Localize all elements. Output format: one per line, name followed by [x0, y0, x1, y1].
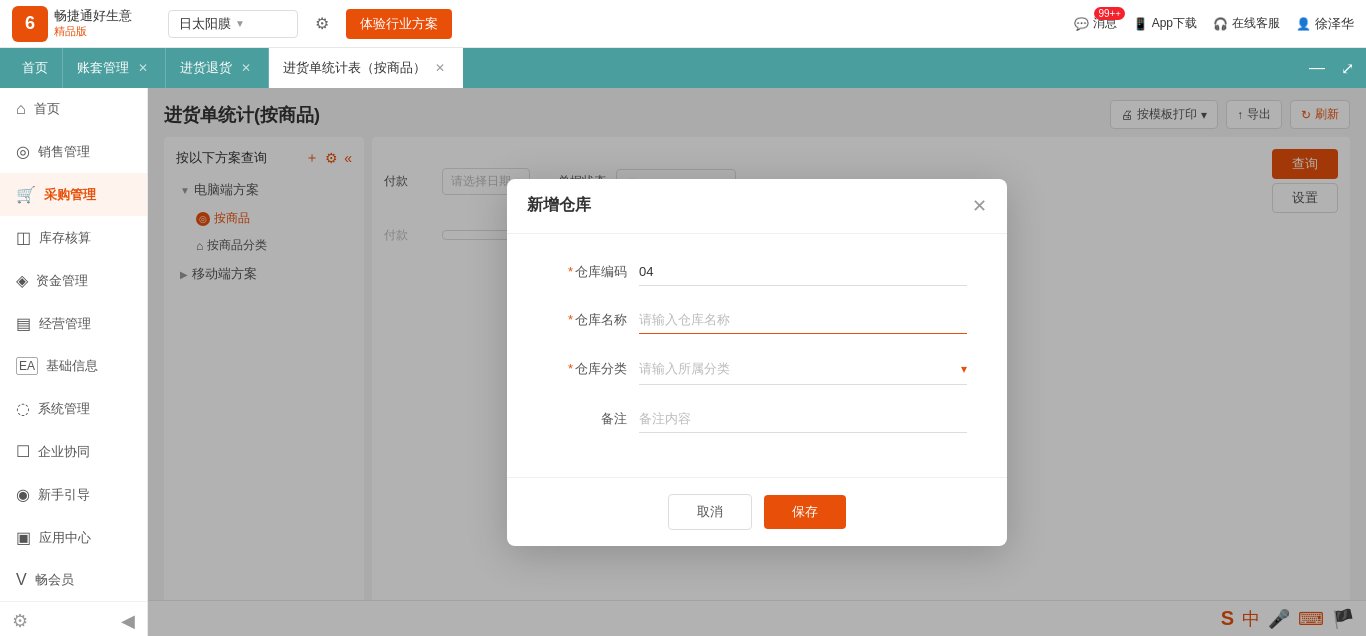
- modal-title: 新增仓库: [527, 195, 591, 216]
- inventory-icon: ◫: [16, 228, 31, 247]
- sidebar-item-system[interactable]: ◌ 系统管理: [0, 387, 147, 430]
- sidebar: ⌂ 首页 ◎ 销售管理 🛒 采购管理 ◫ 库存核算 ◈ 资金管理 ▤ 经营管理 …: [0, 88, 148, 636]
- logo-text: 畅捷通好生意: [54, 8, 132, 25]
- sales-icon: ◎: [16, 142, 30, 161]
- warehouse-class-label: *仓库分类: [547, 360, 627, 378]
- vip-icon: V: [16, 571, 27, 589]
- trial-button[interactable]: 体验行业方案: [346, 9, 452, 39]
- user-icon: 👤: [1296, 17, 1311, 31]
- tab-maximize-button[interactable]: ⤢: [1337, 55, 1358, 82]
- sidebar-item-purchase[interactable]: 🛒 采购管理: [0, 173, 147, 216]
- logo-icon: 6: [12, 6, 48, 42]
- tab-close-purchase-return[interactable]: ✕: [238, 60, 254, 76]
- warehouse-name-label: *仓库名称: [547, 311, 627, 329]
- finance-icon: ◈: [16, 271, 28, 290]
- chevron-down-icon: ▾: [961, 362, 967, 376]
- warehouse-class-selector[interactable]: 请输入所属分类 ▾: [639, 354, 967, 385]
- modal-footer: 取消 保存: [507, 477, 1007, 546]
- operation-icon: ▤: [16, 314, 31, 333]
- tab-purchase-stats[interactable]: 进货单统计表（按商品） ✕: [269, 48, 463, 88]
- headset-icon: 🎧: [1213, 17, 1228, 31]
- cancel-button[interactable]: 取消: [668, 494, 752, 530]
- sidebar-collapse-icon[interactable]: ◀: [121, 610, 135, 632]
- basic-icon: EA: [16, 357, 38, 375]
- app-center-icon: ▣: [16, 528, 31, 547]
- warehouse-code-label: *仓库编码: [547, 263, 627, 281]
- guide-icon: ◉: [16, 485, 30, 504]
- warehouse-code-input[interactable]: [639, 258, 967, 286]
- modal-new-warehouse: 新增仓库 ✕ *仓库编码 *仓库名称: [507, 179, 1007, 546]
- enterprise-icon: ☐: [16, 442, 30, 461]
- tab-bar: 首页 账套管理 ✕ 进货退货 ✕ 进货单统计表（按商品） ✕ — ⤢: [0, 48, 1366, 88]
- sidebar-item-basic[interactable]: EA 基础信息: [0, 345, 147, 387]
- modal-overlay: 新增仓库 ✕ *仓库编码 *仓库名称: [148, 88, 1366, 636]
- tab-accounts[interactable]: 账套管理 ✕: [63, 48, 166, 88]
- sidebar-item-vip[interactable]: V 畅会员: [0, 559, 147, 601]
- tab-close-accounts[interactable]: ✕: [135, 60, 151, 76]
- note-label: 备注: [547, 410, 627, 428]
- settings-icon[interactable]: ⚙: [12, 610, 28, 632]
- logo-sub: 精品版: [54, 24, 132, 39]
- content-area: 进货单统计(按商品) 🖨 按模板打印 ▾ ↑ 导出 ↻ 刷新: [148, 88, 1366, 636]
- app-download-button[interactable]: 📱 App下载: [1133, 15, 1197, 32]
- note-input[interactable]: [639, 405, 967, 433]
- modal-header: 新增仓库 ✕: [507, 179, 1007, 234]
- warehouse-name-input[interactable]: [639, 306, 967, 334]
- messages-button[interactable]: 💬 消息 99++: [1074, 15, 1117, 32]
- store-selector[interactable]: 日太阳膜 ▼: [168, 10, 298, 38]
- home-icon: ⌂: [16, 100, 26, 118]
- form-row-code: *仓库编码: [547, 258, 967, 286]
- sidebar-item-enterprise[interactable]: ☐ 企业协同: [0, 430, 147, 473]
- form-row-note: 备注: [547, 405, 967, 433]
- gear-button[interactable]: ⚙: [306, 8, 338, 40]
- tab-minimize-button[interactable]: —: [1305, 55, 1329, 81]
- tab-purchase-return[interactable]: 进货退货 ✕: [166, 48, 269, 88]
- system-icon: ◌: [16, 399, 30, 418]
- online-service-button[interactable]: 🎧 在线客服: [1213, 15, 1280, 32]
- modal-close-button[interactable]: ✕: [972, 195, 987, 217]
- sidebar-item-guide[interactable]: ◉ 新手引导: [0, 473, 147, 516]
- message-badge: 99++: [1094, 7, 1124, 20]
- mobile-icon: 📱: [1133, 17, 1148, 31]
- tab-close-purchase-stats[interactable]: ✕: [432, 60, 448, 76]
- sidebar-item-operation[interactable]: ▤ 经营管理: [0, 302, 147, 345]
- user-menu[interactable]: 👤 徐泽华: [1296, 15, 1354, 33]
- chevron-down-icon: ▼: [235, 18, 245, 29]
- sidebar-item-home[interactable]: ⌂ 首页: [0, 88, 147, 130]
- sidebar-item-finance[interactable]: ◈ 资金管理: [0, 259, 147, 302]
- sidebar-item-sales[interactable]: ◎ 销售管理: [0, 130, 147, 173]
- modal-body: *仓库编码 *仓库名称 *仓库分类: [507, 234, 1007, 477]
- sidebar-item-inventory[interactable]: ◫ 库存核算: [0, 216, 147, 259]
- purchase-icon: 🛒: [16, 185, 36, 204]
- sidebar-item-app-center[interactable]: ▣ 应用中心: [0, 516, 147, 559]
- logo-area: 6 畅捷通好生意 精品版: [12, 6, 160, 42]
- message-icon: 💬: [1074, 17, 1089, 31]
- save-button[interactable]: 保存: [764, 495, 846, 529]
- form-row-name: *仓库名称: [547, 306, 967, 334]
- tab-home[interactable]: 首页: [8, 48, 63, 88]
- form-row-class: *仓库分类 请输入所属分类 ▾: [547, 354, 967, 385]
